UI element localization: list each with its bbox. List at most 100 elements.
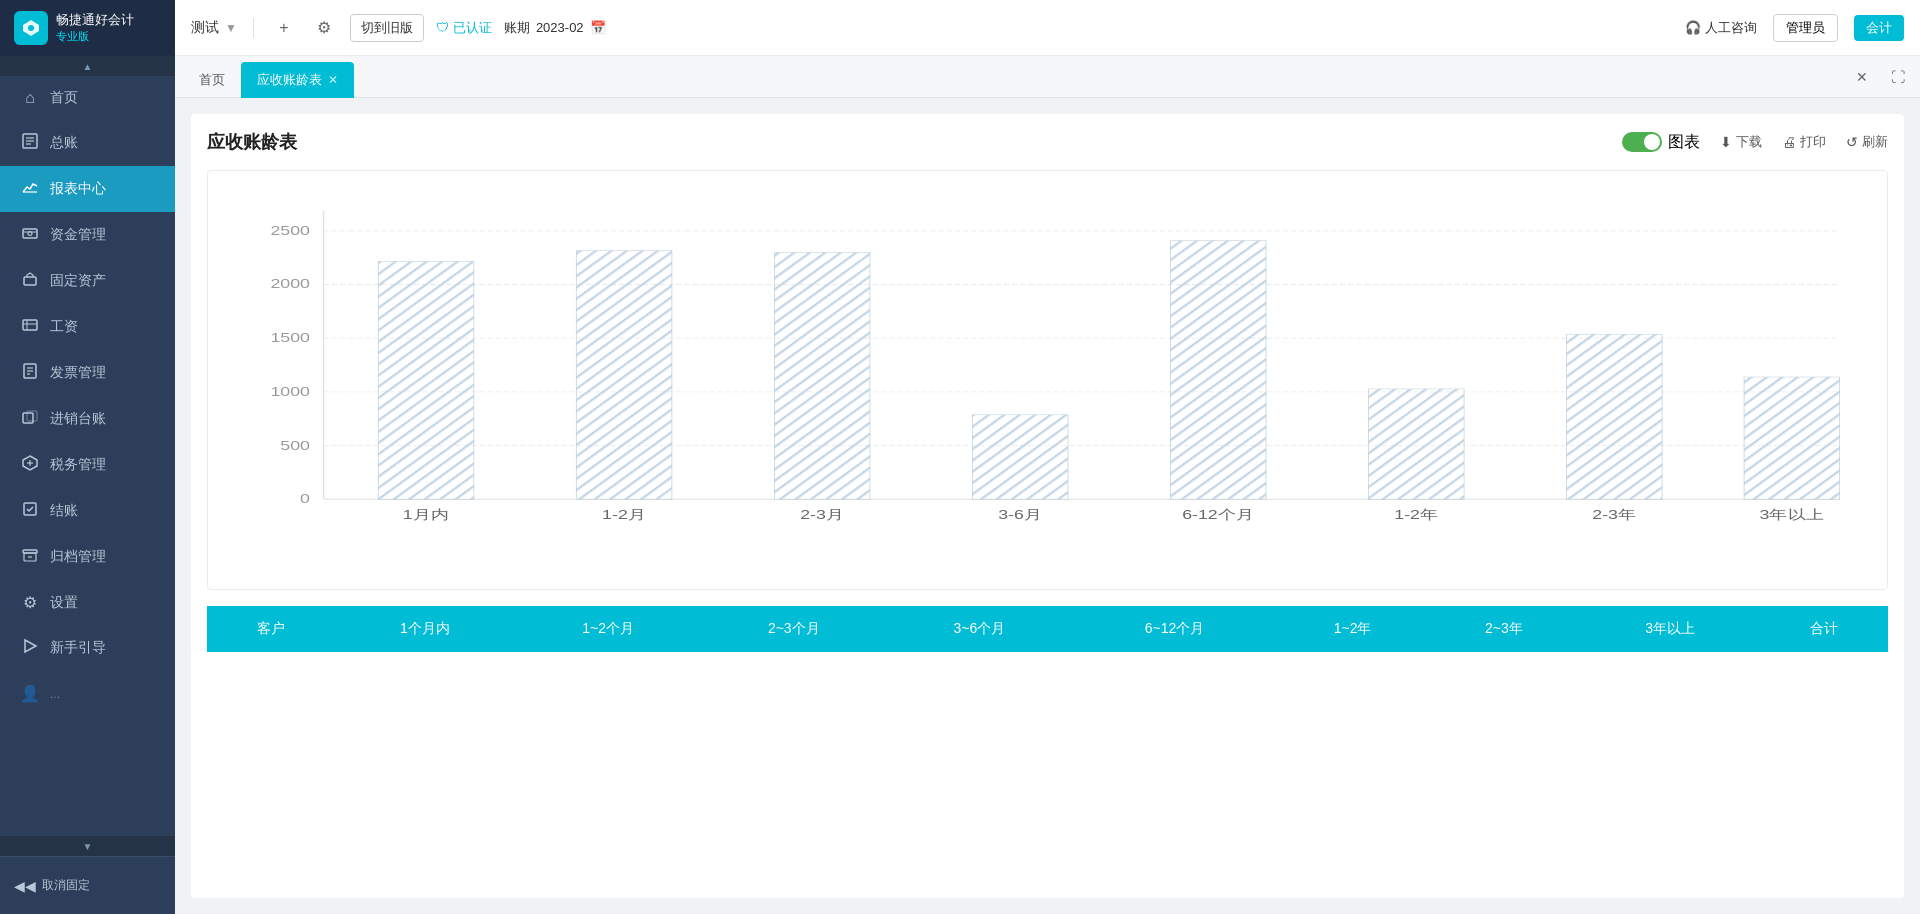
switch-version-btn[interactable]: 切到旧版 xyxy=(350,14,424,42)
sidebar-item-label: 报表中心 xyxy=(50,180,106,198)
col-3year-plus: 3年以上 xyxy=(1580,606,1761,652)
refresh-btn[interactable]: ↺ 刷新 xyxy=(1846,133,1888,151)
reports-icon xyxy=(20,179,40,199)
sidebar-item-archive[interactable]: 归档管理 xyxy=(0,534,175,580)
add-btn[interactable]: + xyxy=(270,14,298,42)
tab-close-icon[interactable]: ✕ xyxy=(328,73,338,87)
sidebar-item-ledger[interactable]: 总账 xyxy=(0,120,175,166)
svg-text:2000: 2000 xyxy=(270,277,310,291)
tab-aging[interactable]: 应收账龄表 ✕ xyxy=(241,62,354,98)
download-icon: ⬇ xyxy=(1720,134,1732,150)
home-icon: ⌂ xyxy=(20,89,40,107)
col-2-3month: 2~3个月 xyxy=(701,606,887,652)
bar-2-3年 xyxy=(1567,334,1663,499)
company-selector[interactable]: 测试 ▼ xyxy=(191,19,237,37)
report-container: 应收账龄表 图表 ⬇ 下载 🖨 打印 xyxy=(191,114,1904,898)
assets-icon xyxy=(20,271,40,291)
tax-icon xyxy=(20,455,40,475)
sidebar-item-label: 结账 xyxy=(50,502,78,520)
sidebar-item-payroll[interactable]: 工资 xyxy=(0,304,175,350)
sidebar-item-home[interactable]: ⌂ 首页 xyxy=(0,76,175,120)
header: 测试 ▼ + ⚙ 切到旧版 🛡 已认证 账期 2023-02 📅 xyxy=(175,0,1920,56)
tabs-bar: 首页 应收账龄表 ✕ ✕ ⛶ xyxy=(175,56,1920,98)
consult-label: 人工咨询 xyxy=(1705,19,1757,37)
sidebar-item-funds[interactable]: 资金管理 xyxy=(0,212,175,258)
svg-rect-6 xyxy=(23,229,37,238)
ledger-icon xyxy=(20,133,40,153)
sidebar-item-label: ... xyxy=(50,687,60,701)
consult-btn[interactable]: 🎧 人工咨询 xyxy=(1685,19,1757,37)
cancel-fixed-btn[interactable]: ◀◀ 取消固定 xyxy=(0,867,175,904)
sidebar-item-invoice[interactable]: 发票管理 xyxy=(0,350,175,396)
sidebar-item-assets[interactable]: 固定资产 xyxy=(0,258,175,304)
report-title: 应收账龄表 xyxy=(207,130,297,154)
aging-table: 客户 1个月内 1~2个月 2~3个月 3~6个月 6~12个月 1~2年 2~… xyxy=(207,606,1888,652)
sidebar-item-label: 首页 xyxy=(50,89,78,107)
refresh-icon: ↺ xyxy=(1846,134,1858,150)
svg-text:1-2年: 1-2年 xyxy=(1394,508,1438,522)
period-label: 账期 xyxy=(504,19,530,37)
toggle-switch[interactable] xyxy=(1622,132,1662,152)
col-6-12month: 6~12个月 xyxy=(1072,606,1277,652)
svg-rect-9 xyxy=(24,277,36,285)
svg-text:6-12个月: 6-12个月 xyxy=(1182,508,1254,522)
tab-home-label: 首页 xyxy=(199,71,225,89)
scroll-up-btn[interactable]: ▲ xyxy=(0,56,175,76)
archive-icon xyxy=(20,547,40,567)
sidebar-item-label: 归档管理 xyxy=(50,548,106,566)
cancel-fixed-label: 取消固定 xyxy=(42,877,90,894)
settings-btn[interactable]: ⚙ xyxy=(310,14,338,42)
download-label: 下载 xyxy=(1736,133,1762,151)
chart-toggle[interactable]: 图表 xyxy=(1622,132,1700,153)
col-2-3year: 2~3年 xyxy=(1428,606,1579,652)
svg-text:1500: 1500 xyxy=(270,331,310,345)
bar-1-2年 xyxy=(1368,389,1464,499)
bar-3-6月 xyxy=(972,415,1068,500)
role-btn[interactable]: 会计 xyxy=(1854,15,1904,41)
tab-aging-label: 应收账龄表 xyxy=(257,71,322,89)
sidebar-item-extra[interactable]: 👤 ... xyxy=(0,671,175,716)
header-right: 🎧 人工咨询 管理员 会计 xyxy=(1685,14,1904,42)
sidebar-item-settings[interactable]: ⚙ 设置 xyxy=(0,580,175,625)
period-value: 2023-02 xyxy=(536,20,584,35)
sidebar-item-reports[interactable]: 报表中心 xyxy=(0,166,175,212)
scroll-down-btn[interactable]: ▼ xyxy=(0,836,175,856)
svg-text:2500: 2500 xyxy=(270,223,310,237)
payroll-icon xyxy=(20,317,40,337)
sidebar: 畅捷通好会计 专业版 ▲ ⌂ 首页 xyxy=(0,0,175,914)
print-btn[interactable]: 🖨 打印 xyxy=(1782,133,1826,151)
col-customer: 客户 xyxy=(207,606,334,652)
tab-home[interactable]: 首页 xyxy=(183,62,241,98)
close-window-btn[interactable]: ✕ xyxy=(1848,63,1876,91)
shield-icon: 🛡 xyxy=(436,20,449,35)
user-btn[interactable]: 管理员 xyxy=(1773,14,1838,42)
bar-3年以上 xyxy=(1744,377,1840,499)
svg-text:3年以上: 3年以上 xyxy=(1760,508,1825,522)
svg-point-0 xyxy=(28,25,34,31)
calendar-icon[interactable]: 📅 xyxy=(590,20,606,35)
sidebar-nav: ⌂ 首页 总账 xyxy=(0,76,175,836)
sidebar-item-label: 新手引导 xyxy=(50,639,106,657)
bar-chart: 0 500 1000 1500 2000 2500 xyxy=(228,191,1867,569)
sidebar-item-guide[interactable]: 新手引导 xyxy=(0,625,175,671)
bar-1-2月 xyxy=(576,251,672,500)
certified-label: 已认证 xyxy=(453,19,492,37)
expand-btn[interactable]: ⛶ xyxy=(1884,63,1912,91)
purchase-icon xyxy=(20,409,40,429)
logo-subtitle: 专业版 xyxy=(56,29,134,43)
plus-icon: + xyxy=(279,19,288,37)
col-total: 合计 xyxy=(1760,606,1888,652)
svg-text:2-3月: 2-3月 xyxy=(800,508,844,522)
sidebar-item-settlement[interactable]: 结账 xyxy=(0,488,175,534)
dropdown-icon: ▼ xyxy=(225,21,237,35)
sidebar-item-tax[interactable]: 税务管理 xyxy=(0,442,175,488)
refresh-label: 刷新 xyxy=(1862,133,1888,151)
table-header-row: 客户 1个月内 1~2个月 2~3个月 3~6个月 6~12个月 1~2年 2~… xyxy=(207,606,1888,652)
report-actions: 图表 ⬇ 下载 🖨 打印 ↺ 刷新 xyxy=(1622,132,1888,153)
sidebar-item-purchase[interactable]: 进销台账 xyxy=(0,396,175,442)
certified-badge: 🛡 已认证 xyxy=(436,19,492,37)
company-name: 测试 xyxy=(191,19,219,37)
invoice-icon xyxy=(20,363,40,383)
chart-toggle-label: 图表 xyxy=(1668,132,1700,153)
download-btn[interactable]: ⬇ 下载 xyxy=(1720,133,1762,151)
